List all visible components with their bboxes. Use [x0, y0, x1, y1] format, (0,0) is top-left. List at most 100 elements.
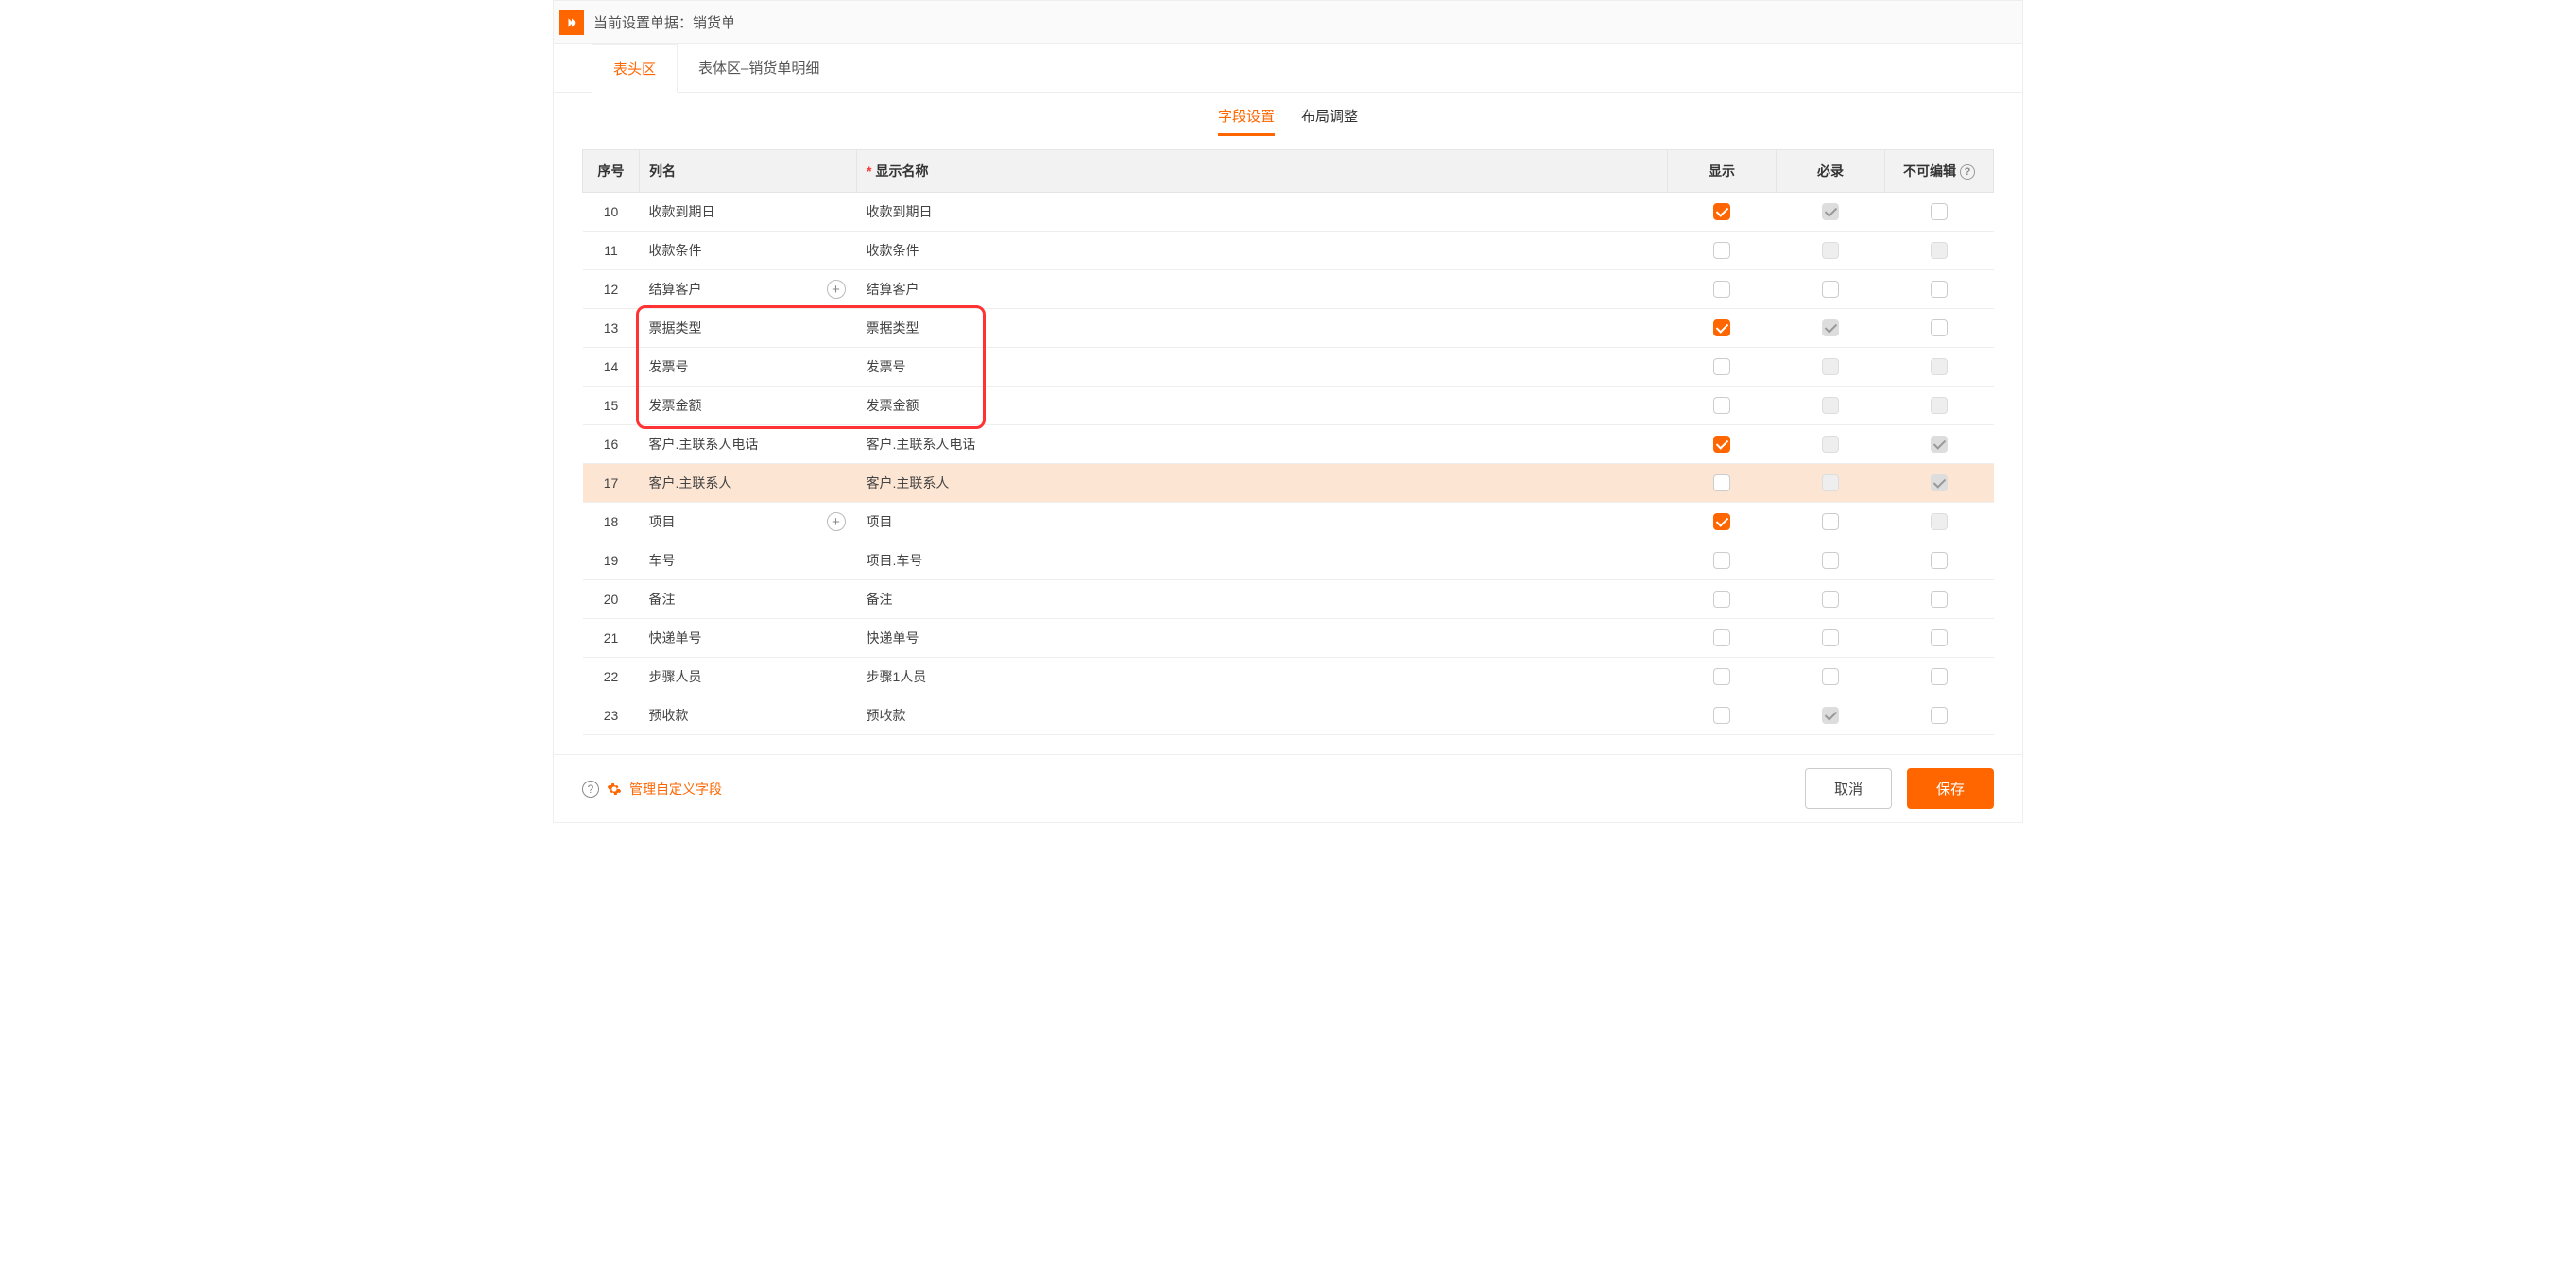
- ne-checkbox[interactable]: [1931, 281, 1948, 298]
- col-header-noedit: 不可编辑?: [1885, 150, 1994, 193]
- cell-ne: [1885, 309, 1994, 348]
- cell-show: [1668, 387, 1777, 425]
- question-icon[interactable]: ?: [582, 781, 599, 798]
- req-checkbox: [1822, 319, 1839, 336]
- cell-display-name[interactable]: 预收款: [857, 696, 1668, 735]
- req-checkbox: [1822, 358, 1839, 375]
- ne-checkbox: [1931, 397, 1948, 414]
- cell-name: 票据类型: [640, 309, 857, 348]
- req-checkbox[interactable]: [1822, 668, 1839, 685]
- cell-show: [1668, 425, 1777, 464]
- req-checkbox[interactable]: [1822, 591, 1839, 608]
- show-checkbox[interactable]: [1713, 203, 1730, 220]
- cell-show: [1668, 232, 1777, 270]
- sub-tabs: 字段设置布局调整: [554, 93, 2022, 149]
- tab-1[interactable]: 表体区–销货单明细: [678, 44, 840, 92]
- cell-display-name[interactable]: 结算客户: [857, 270, 1668, 309]
- show-checkbox[interactable]: [1713, 591, 1730, 608]
- show-checkbox[interactable]: [1713, 707, 1730, 724]
- cell-seq: 17: [583, 464, 640, 503]
- cell-ne: [1885, 696, 1994, 735]
- subtab-0[interactable]: 字段设置: [1218, 106, 1275, 136]
- expand-button[interactable]: [559, 10, 584, 35]
- cell-req: [1777, 503, 1885, 541]
- cancel-button[interactable]: 取消: [1805, 768, 1892, 809]
- col-header-name: 列名: [640, 150, 857, 193]
- cell-display-name[interactable]: 项目: [857, 503, 1668, 541]
- cell-ne: [1885, 270, 1994, 309]
- ne-checkbox[interactable]: [1931, 629, 1948, 646]
- ne-checkbox[interactable]: [1931, 668, 1948, 685]
- ne-checkbox[interactable]: [1931, 319, 1948, 336]
- show-checkbox[interactable]: [1713, 319, 1730, 336]
- ne-checkbox[interactable]: [1931, 552, 1948, 569]
- cell-display-name[interactable]: 发票号: [857, 348, 1668, 387]
- cell-ne: [1885, 658, 1994, 696]
- show-checkbox[interactable]: [1713, 397, 1730, 414]
- cell-name: 收款到期日: [640, 193, 857, 232]
- req-checkbox: [1822, 436, 1839, 453]
- show-checkbox[interactable]: [1713, 474, 1730, 491]
- cell-req: [1777, 193, 1885, 232]
- footer-bar: ? 管理自定义字段 取消 保存: [554, 754, 2022, 822]
- cell-seq: 15: [583, 387, 640, 425]
- subtab-1[interactable]: 布局调整: [1301, 106, 1358, 136]
- add-child-button[interactable]: +: [827, 280, 846, 299]
- cell-seq: 20: [583, 580, 640, 619]
- ne-checkbox[interactable]: [1931, 203, 1948, 220]
- cell-display-name[interactable]: 项目.车号: [857, 541, 1668, 580]
- show-checkbox[interactable]: [1713, 436, 1730, 453]
- page-title: 当前设置单据：销货单: [593, 12, 735, 32]
- req-checkbox: [1822, 707, 1839, 724]
- req-checkbox: [1822, 397, 1839, 414]
- cell-display-name[interactable]: 快递单号: [857, 619, 1668, 658]
- cell-display-name[interactable]: 收款条件: [857, 232, 1668, 270]
- cell-display-name[interactable]: 票据类型: [857, 309, 1668, 348]
- cell-display-name[interactable]: 客户.主联系人电话: [857, 425, 1668, 464]
- add-child-button[interactable]: +: [827, 512, 846, 531]
- cell-show: [1668, 580, 1777, 619]
- req-checkbox[interactable]: [1822, 281, 1839, 298]
- gear-icon: [607, 782, 622, 797]
- cell-name: 客户.主联系人电话: [640, 425, 857, 464]
- table-row: 21快递单号快递单号: [583, 619, 1994, 658]
- cell-ne: [1885, 425, 1994, 464]
- col-header-required: 必录: [1777, 150, 1885, 193]
- req-checkbox[interactable]: [1822, 513, 1839, 530]
- req-checkbox[interactable]: [1822, 552, 1839, 569]
- cell-seq: 16: [583, 425, 640, 464]
- table-row: 11收款条件收款条件: [583, 232, 1994, 270]
- show-checkbox[interactable]: [1713, 629, 1730, 646]
- manage-custom-fields-link[interactable]: 管理自定义字段: [629, 780, 722, 799]
- show-checkbox[interactable]: [1713, 513, 1730, 530]
- show-checkbox[interactable]: [1713, 552, 1730, 569]
- table-row: 16客户.主联系人电话客户.主联系人电话: [583, 425, 1994, 464]
- cell-show: [1668, 696, 1777, 735]
- tab-0[interactable]: 表头区: [592, 44, 678, 93]
- show-checkbox[interactable]: [1713, 281, 1730, 298]
- save-button[interactable]: 保存: [1907, 768, 1994, 809]
- cell-seq: 14: [583, 348, 640, 387]
- cell-show: [1668, 541, 1777, 580]
- cell-name: 客户.主联系人: [640, 464, 857, 503]
- field-table-wrap: 序号 列名 *显示名称 显示 必录 不可编辑? 10收款到期日收款到期日11收款…: [554, 149, 2022, 754]
- cell-display-name[interactable]: 步骤1人员: [857, 658, 1668, 696]
- show-checkbox[interactable]: [1713, 358, 1730, 375]
- top-bar: 当前设置单据：销货单: [554, 1, 2022, 44]
- cell-display-name[interactable]: 客户.主联系人: [857, 464, 1668, 503]
- req-checkbox[interactable]: [1822, 629, 1839, 646]
- table-row: 10收款到期日收款到期日: [583, 193, 1994, 232]
- ne-checkbox[interactable]: [1931, 591, 1948, 608]
- cell-show: [1668, 464, 1777, 503]
- cell-display-name[interactable]: 备注: [857, 580, 1668, 619]
- cell-req: [1777, 348, 1885, 387]
- help-icon[interactable]: ?: [1960, 164, 1975, 180]
- cell-display-name[interactable]: 收款到期日: [857, 193, 1668, 232]
- cell-display-name[interactable]: 发票金额: [857, 387, 1668, 425]
- show-checkbox[interactable]: [1713, 242, 1730, 259]
- ne-checkbox[interactable]: [1931, 707, 1948, 724]
- cell-seq: 21: [583, 619, 640, 658]
- ne-checkbox: [1931, 474, 1948, 491]
- show-checkbox[interactable]: [1713, 668, 1730, 685]
- required-star-icon: *: [867, 163, 871, 179]
